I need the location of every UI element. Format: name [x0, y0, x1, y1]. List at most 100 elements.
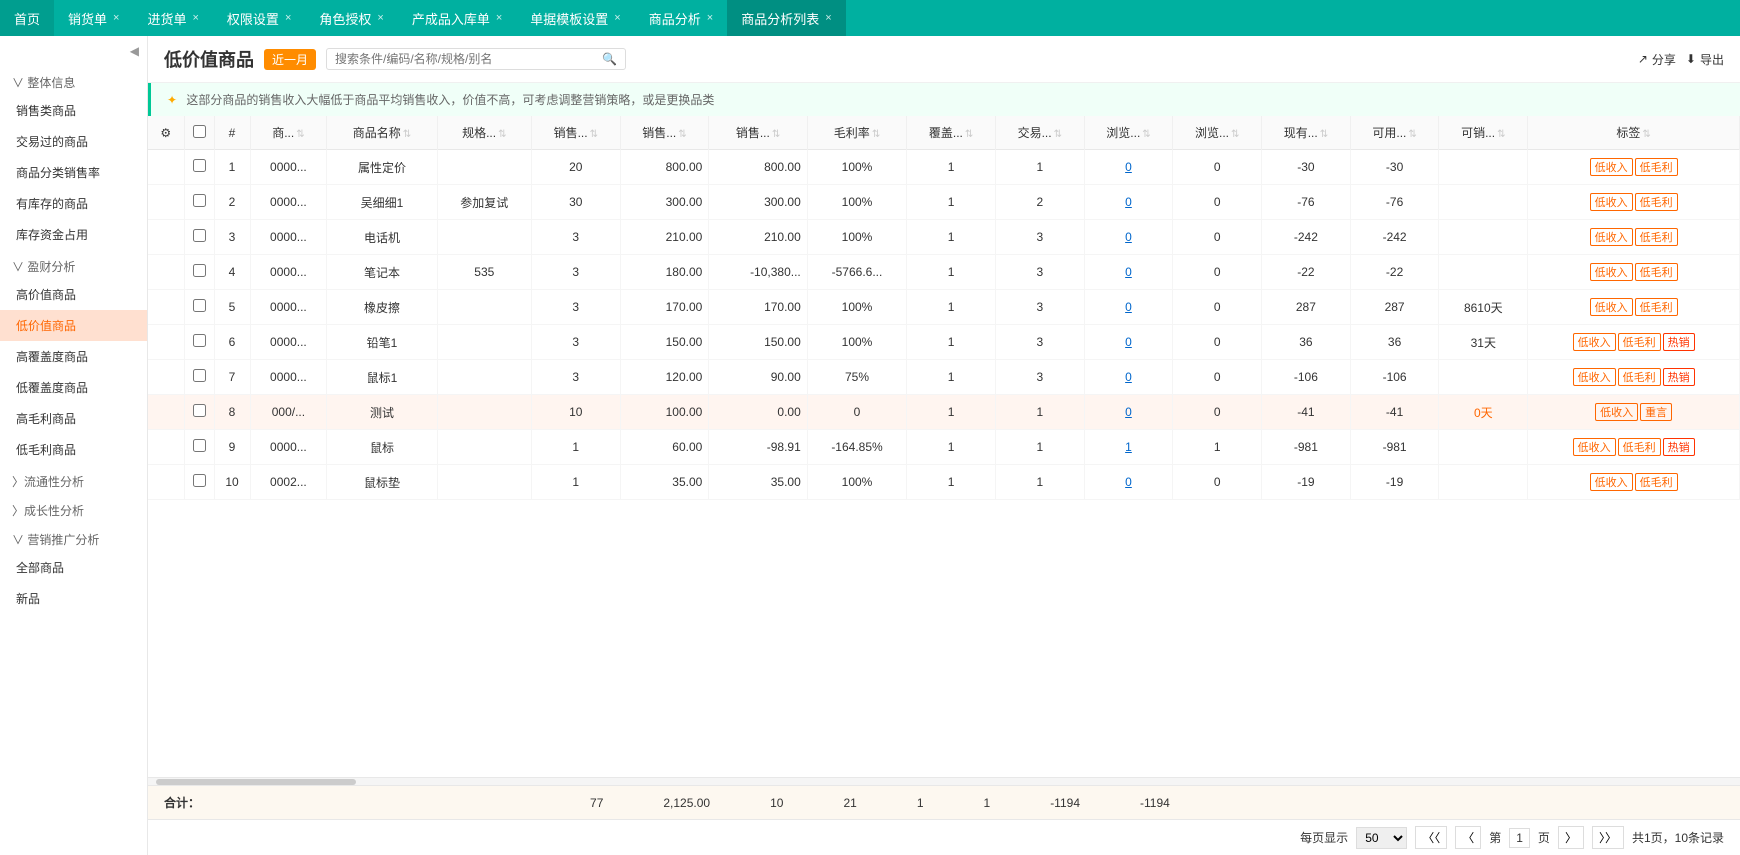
th-code[interactable]: 商...⇅: [250, 116, 327, 150]
row-checkbox[interactable]: [193, 334, 206, 347]
td-check[interactable]: [184, 290, 214, 325]
th-sales-price[interactable]: 销售...⇅: [620, 116, 709, 150]
current-page-input[interactable]: 1: [1509, 828, 1530, 848]
th-sales-amount[interactable]: 销售...⇅: [709, 116, 807, 150]
browse-link[interactable]: 0: [1125, 265, 1132, 279]
sidebar-item-low-margin[interactable]: 低毛利商品: [0, 434, 147, 465]
td-browse1[interactable]: 0: [1084, 360, 1173, 395]
td-check[interactable]: [184, 150, 214, 185]
row-checkbox[interactable]: [193, 404, 206, 417]
browse-link[interactable]: 0: [1125, 300, 1132, 314]
close-icon[interactable]: ×: [377, 12, 383, 24]
td-check[interactable]: [184, 255, 214, 290]
close-icon[interactable]: ×: [113, 12, 119, 24]
nav-purchase-order[interactable]: 进货单 ×: [133, 0, 212, 36]
prev-page-btn[interactable]: 〈: [1455, 826, 1481, 849]
close-icon[interactable]: ×: [825, 12, 831, 24]
td-check[interactable]: [184, 220, 214, 255]
td-browse1[interactable]: 1: [1084, 430, 1173, 465]
close-icon[interactable]: ×: [285, 12, 291, 24]
close-icon[interactable]: ×: [192, 12, 198, 24]
close-icon[interactable]: ×: [614, 12, 620, 24]
browse-link[interactable]: 0: [1125, 335, 1132, 349]
row-checkbox[interactable]: [193, 299, 206, 312]
nav-product-in[interactable]: 产成品入库单 ×: [398, 0, 516, 36]
scroll-bar[interactable]: [148, 777, 1740, 785]
sidebar-item-low-coverage[interactable]: 低覆盖度商品: [0, 372, 147, 403]
row-checkbox[interactable]: [193, 474, 206, 487]
td-browse1[interactable]: 0: [1084, 290, 1173, 325]
row-checkbox[interactable]: [193, 159, 206, 172]
td-browse1[interactable]: 0: [1084, 325, 1173, 360]
nav-permission[interactable]: 权限设置 ×: [213, 0, 305, 36]
nav-role-auth[interactable]: 角色授权 ×: [305, 0, 397, 36]
th-available[interactable]: 可用...⇅: [1350, 116, 1439, 150]
td-browse1[interactable]: 0: [1084, 150, 1173, 185]
th-sales-qty[interactable]: 销售...⇅: [531, 116, 620, 150]
td-check[interactable]: [184, 430, 214, 465]
th-gear[interactable]: ⚙: [148, 116, 184, 150]
th-browse1[interactable]: 浏览...⇅: [1084, 116, 1173, 150]
browse-link[interactable]: 0: [1125, 160, 1132, 174]
row-checkbox[interactable]: [193, 439, 206, 452]
th-transaction[interactable]: 交易...⇅: [995, 116, 1084, 150]
browse-link[interactable]: 0: [1125, 195, 1132, 209]
close-icon[interactable]: ×: [496, 12, 502, 24]
row-checkbox[interactable]: [193, 264, 206, 277]
sidebar-item-stocked-goods[interactable]: 有库存的商品: [0, 188, 147, 219]
td-browse1[interactable]: 0: [1084, 465, 1173, 500]
sidebar-item-stock-funds[interactable]: 库存资金占用: [0, 219, 147, 250]
check-all[interactable]: [193, 125, 206, 138]
scroll-thumb[interactable]: [156, 779, 356, 785]
sidebar-item-all-goods[interactable]: 全部商品: [0, 552, 147, 583]
per-page-select[interactable]: 50 100 200: [1356, 827, 1407, 849]
row-checkbox[interactable]: [193, 229, 206, 242]
th-check[interactable]: [184, 116, 214, 150]
nav-home[interactable]: 首页: [0, 0, 54, 36]
sidebar-item-high-margin[interactable]: 高毛利商品: [0, 403, 147, 434]
sidebar-item-sales-goods[interactable]: 销售类商品: [0, 95, 147, 126]
sidebar-item-high-coverage[interactable]: 高覆盖度商品: [0, 341, 147, 372]
td-check[interactable]: [184, 360, 214, 395]
td-check[interactable]: [184, 465, 214, 500]
td-browse1[interactable]: 0: [1084, 395, 1173, 430]
export-btn[interactable]: ⬇ 导出: [1686, 51, 1724, 68]
sidebar-item-new-goods[interactable]: 新品: [0, 583, 147, 614]
row-checkbox[interactable]: [193, 369, 206, 382]
td-check[interactable]: [184, 395, 214, 430]
nav-goods-analysis-list[interactable]: 商品分析列表 ×: [727, 0, 845, 36]
th-spec[interactable]: 规格...⇅: [437, 116, 531, 150]
browse-link[interactable]: 0: [1125, 475, 1132, 489]
browse-link[interactable]: 0: [1125, 230, 1132, 244]
td-browse1[interactable]: 0: [1084, 255, 1173, 290]
share-btn[interactable]: ↗ 分享: [1638, 51, 1676, 68]
th-gross-margin[interactable]: 毛利率⇅: [807, 116, 906, 150]
next-page-btn[interactable]: 〉: [1558, 826, 1584, 849]
sidebar-item-traded-goods[interactable]: 交易过的商品: [0, 126, 147, 157]
sidebar-item-high-value[interactable]: 高价值商品: [0, 279, 147, 310]
sidebar-item-category-rate[interactable]: 商品分类销售率: [0, 157, 147, 188]
row-checkbox[interactable]: [193, 194, 206, 207]
search-input[interactable]: [335, 52, 602, 66]
search-box[interactable]: 🔍: [326, 48, 626, 70]
first-page-btn[interactable]: 〈〈: [1415, 826, 1447, 849]
td-check[interactable]: [184, 325, 214, 360]
th-sellable[interactable]: 可销...⇅: [1439, 116, 1528, 150]
nav-goods-analysis[interactable]: 商品分析 ×: [635, 0, 727, 36]
th-name[interactable]: 商品名称⇅: [327, 116, 437, 150]
th-stock-now[interactable]: 现有...⇅: [1262, 116, 1351, 150]
nav-sales-order[interactable]: 销货单 ×: [54, 0, 133, 36]
last-page-btn[interactable]: 〉〉: [1592, 826, 1624, 849]
browse-link[interactable]: 0: [1125, 370, 1132, 384]
sidebar-item-low-value[interactable]: 低价值商品: [0, 310, 147, 341]
th-browse2[interactable]: 浏览...⇅: [1173, 116, 1262, 150]
nav-template[interactable]: 单据模板设置 ×: [516, 0, 634, 36]
filter-btn[interactable]: 近一月: [264, 49, 316, 70]
browse-link[interactable]: 0: [1125, 405, 1132, 419]
td-browse1[interactable]: 0: [1084, 220, 1173, 255]
td-browse1[interactable]: 0: [1084, 185, 1173, 220]
close-icon[interactable]: ×: [707, 12, 713, 24]
sidebar-collapse-btn[interactable]: ◀: [130, 44, 139, 58]
td-check[interactable]: [184, 185, 214, 220]
th-coverage[interactable]: 覆盖...⇅: [907, 116, 996, 150]
